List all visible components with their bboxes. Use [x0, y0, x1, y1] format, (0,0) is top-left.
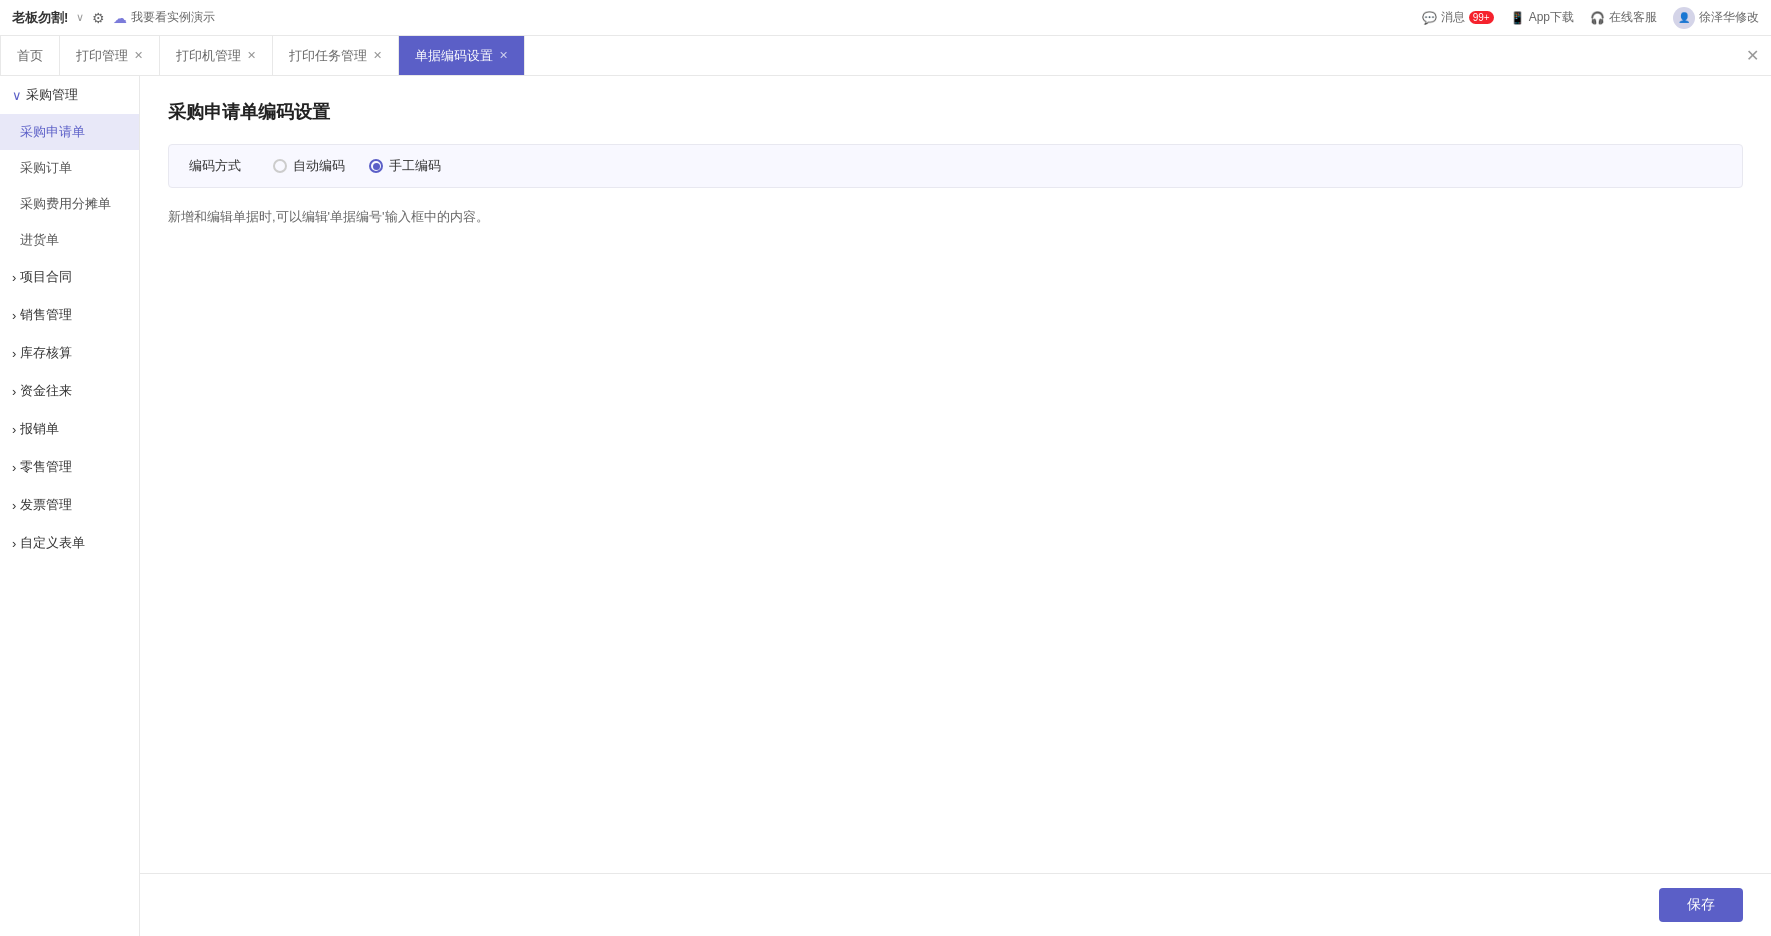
- sidebar-group-returns[interactable]: › 报销单: [0, 410, 139, 448]
- page-title: 采购申请单编码设置: [168, 100, 1743, 124]
- tab-single-code-setting[interactable]: 单据编码设置 ✕: [399, 36, 525, 75]
- sidebar-group-invoice-mgmt-label: 发票管理: [20, 496, 72, 514]
- online-service-label: 在线客服: [1609, 9, 1657, 26]
- sidebar-item-purchase-requisition-label: 采购申请单: [20, 124, 85, 139]
- brand-chevron-icon[interactable]: ∨: [76, 11, 84, 24]
- save-button[interactable]: 保存: [1659, 888, 1743, 922]
- sidebar-item-purchase-expense[interactable]: 采购费用分摊单: [0, 186, 139, 222]
- tab-print-mgmt-close-icon[interactable]: ✕: [134, 49, 143, 62]
- chevron-right-icon-6: ›: [12, 460, 16, 475]
- sidebar-group-custom-forms[interactable]: › 自定义表单: [0, 524, 139, 562]
- top-bar: 老板勿割! ∨ ⚙ ☁ 我要看实例演示 💬 消息 99+ 📱 App下载 🎧 在…: [0, 0, 1771, 36]
- tab-printer-mgmt-close-icon[interactable]: ✕: [247, 49, 256, 62]
- sidebar-group-custom-forms-label: 自定义表单: [20, 534, 85, 552]
- tab-printer-mgmt-label: 打印机管理: [176, 47, 241, 65]
- radio-auto-encoding[interactable]: 自动编码: [273, 157, 345, 175]
- sidebar-item-purchase-order-label: 采购订单: [20, 160, 72, 175]
- top-bar-right: 💬 消息 99+ 📱 App下载 🎧 在线客服 👤 徐泽华修改: [1422, 7, 1759, 29]
- sidebar: ∨ 采购管理 采购申请单 采购订单 采购费用分摊单 进货单 › 项目合同 › 销…: [0, 76, 140, 936]
- hint-text: 新增和编辑单据时,可以编辑'单据编号'输入框中的内容。: [168, 208, 1743, 226]
- user-profile[interactable]: 👤 徐泽华修改: [1673, 7, 1759, 29]
- sidebar-item-purchase-requisition[interactable]: 采购申请单: [0, 114, 139, 150]
- message-button[interactable]: 💬 消息 99+: [1422, 9, 1494, 26]
- settings-gear-icon[interactable]: ⚙: [92, 10, 105, 26]
- tab-single-code-setting-label: 单据编码设置: [415, 47, 493, 65]
- sidebar-group-project-contract[interactable]: › 项目合同: [0, 258, 139, 296]
- tab-print-task-mgmt-label: 打印任务管理: [289, 47, 367, 65]
- sidebar-group-invoice-mgmt[interactable]: › 发票管理: [0, 486, 139, 524]
- sidebar-group-sales-mgmt-label: 销售管理: [20, 306, 72, 324]
- top-bar-left: 老板勿割! ∨ ⚙ ☁ 我要看实例演示: [12, 9, 215, 27]
- sidebar-group-inventory[interactable]: › 库存核算: [0, 334, 139, 372]
- sidebar-group-purchase-mgmt[interactable]: ∨ 采购管理: [0, 76, 139, 114]
- sidebar-group-returns-label: 报销单: [20, 420, 59, 438]
- sidebar-group-project-contract-label: 项目合同: [20, 268, 72, 286]
- message-badge: 99+: [1469, 11, 1494, 24]
- encoding-section: 编码方式 自动编码 手工编码: [168, 144, 1743, 188]
- sidebar-group-funds-label: 资金往来: [20, 382, 72, 400]
- headset-icon: 🎧: [1590, 11, 1605, 25]
- user-name: 徐泽华修改: [1699, 9, 1759, 26]
- content-footer: 保存: [140, 873, 1771, 936]
- tab-print-mgmt[interactable]: 打印管理 ✕: [60, 36, 160, 75]
- radio-auto-label: 自动编码: [293, 157, 345, 175]
- tab-single-code-setting-close-icon[interactable]: ✕: [499, 49, 508, 62]
- tab-bar-close-button[interactable]: ✕: [1734, 36, 1771, 75]
- sidebar-group-retail-mgmt-label: 零售管理: [20, 458, 72, 476]
- avatar: 👤: [1673, 7, 1695, 29]
- chevron-right-icon-4: ›: [12, 384, 16, 399]
- tab-print-mgmt-label: 打印管理: [76, 47, 128, 65]
- sidebar-item-receipt[interactable]: 进货单: [0, 222, 139, 258]
- message-icon: 💬: [1422, 11, 1437, 25]
- chevron-right-icon-3: ›: [12, 346, 16, 361]
- radio-auto-circle[interactable]: [273, 159, 287, 173]
- tab-print-task-mgmt[interactable]: 打印任务管理 ✕: [273, 36, 399, 75]
- tab-home-label: 首页: [17, 47, 43, 65]
- main-layout: ∨ 采购管理 采购申请单 采购订单 采购费用分摊单 进货单 › 项目合同 › 销…: [0, 76, 1771, 936]
- sidebar-group-funds[interactable]: › 资金往来: [0, 372, 139, 410]
- sidebar-item-receipt-label: 进货单: [20, 232, 59, 247]
- app-download-icon: 📱: [1510, 11, 1525, 25]
- app-download-button[interactable]: 📱 App下载: [1510, 9, 1574, 26]
- chevron-right-icon-7: ›: [12, 498, 16, 513]
- chevron-right-icon-2: ›: [12, 308, 16, 323]
- online-service-button[interactable]: 🎧 在线客服: [1590, 9, 1657, 26]
- tab-print-task-mgmt-close-icon[interactable]: ✕: [373, 49, 382, 62]
- chevron-right-icon: ›: [12, 270, 16, 285]
- sidebar-group-purchase-mgmt-label: 采购管理: [26, 86, 78, 104]
- chevron-right-icon-5: ›: [12, 422, 16, 437]
- radio-manual-label: 手工编码: [389, 157, 441, 175]
- cloud-icon: ☁: [113, 10, 127, 26]
- encoding-label: 编码方式: [189, 157, 241, 175]
- app-download-label: App下载: [1529, 9, 1574, 26]
- demo-text: 我要看实例演示: [131, 9, 215, 26]
- tab-home[interactable]: 首页: [0, 36, 60, 75]
- content-area: 采购申请单编码设置 编码方式 自动编码 手工编码 新增和编辑单据时,可以编辑'单…: [140, 76, 1771, 936]
- brand-name: 老板勿割!: [12, 9, 68, 27]
- radio-manual-circle[interactable]: [369, 159, 383, 173]
- content-inner: 采购申请单编码设置 编码方式 自动编码 手工编码 新增和编辑单据时,可以编辑'单…: [140, 76, 1771, 873]
- chevron-right-icon-8: ›: [12, 536, 16, 551]
- sidebar-item-purchase-order[interactable]: 采购订单: [0, 150, 139, 186]
- message-label: 消息: [1441, 9, 1465, 26]
- tab-printer-mgmt[interactable]: 打印机管理 ✕: [160, 36, 273, 75]
- chevron-down-icon: ∨: [12, 88, 22, 103]
- radio-manual-encoding[interactable]: 手工编码: [369, 157, 441, 175]
- sidebar-group-retail-mgmt[interactable]: › 零售管理: [0, 448, 139, 486]
- sidebar-group-inventory-label: 库存核算: [20, 344, 72, 362]
- sidebar-group-sales-mgmt[interactable]: › 销售管理: [0, 296, 139, 334]
- sidebar-item-purchase-expense-label: 采购费用分摊单: [20, 196, 111, 211]
- tab-bar: 首页 打印管理 ✕ 打印机管理 ✕ 打印任务管理 ✕ 单据编码设置 ✕ ✕: [0, 36, 1771, 76]
- demo-link[interactable]: ☁ 我要看实例演示: [113, 9, 215, 26]
